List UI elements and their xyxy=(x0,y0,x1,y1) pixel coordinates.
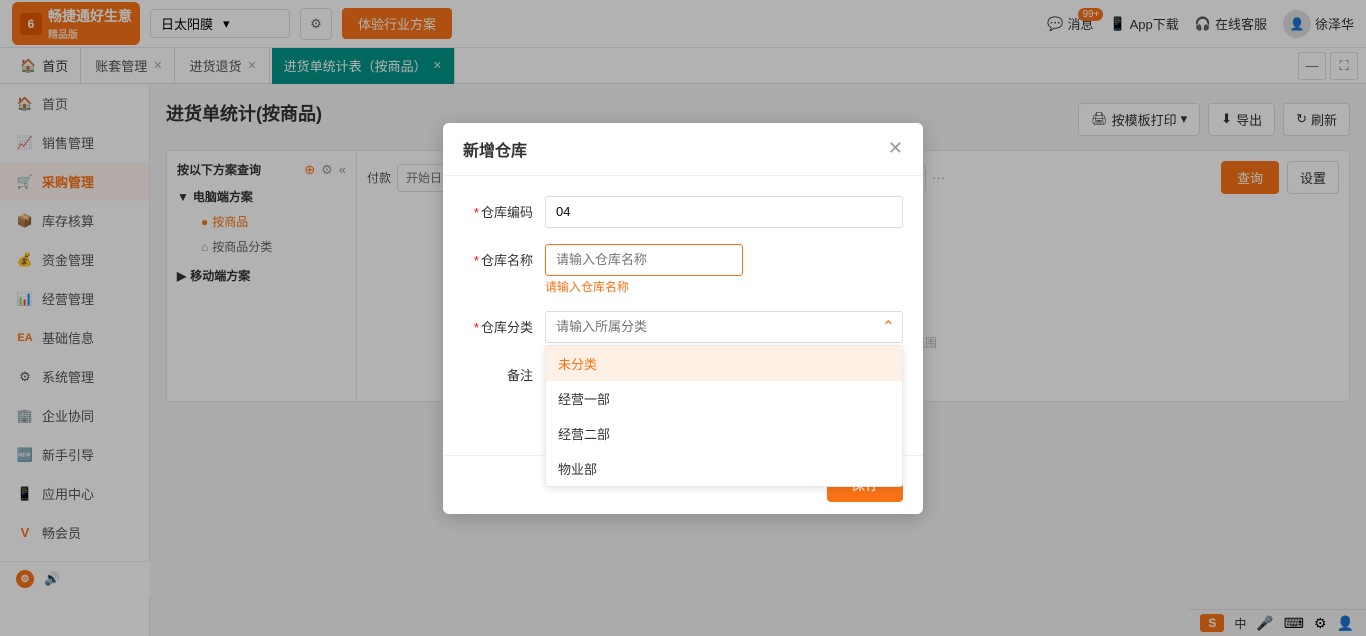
category-input[interactable] xyxy=(545,311,903,343)
add-warehouse-dialog: 新增仓库 ✕ 仓库编码 仓库名称 请输入仓库名称 仓库分类 xyxy=(443,123,923,514)
code-label: 仓库编码 xyxy=(463,196,533,221)
code-field-row: 仓库编码 xyxy=(463,196,903,228)
category-field-row: 仓库分类 ⌃ 未分类 经营一部 经营二部 物业部 xyxy=(463,311,903,343)
dropdown-item-3[interactable]: 物业部 xyxy=(546,451,902,486)
dialog-title: 新增仓库 xyxy=(463,137,527,161)
name-field-wrapper: 请输入仓库名称 xyxy=(545,244,903,295)
name-field-row: 仓库名称 请输入仓库名称 xyxy=(463,244,903,295)
name-label: 仓库名称 xyxy=(463,244,533,269)
name-error-msg: 请输入仓库名称 xyxy=(545,278,903,295)
dropdown-item-0[interactable]: 未分类 xyxy=(546,346,902,381)
dialog-body: 仓库编码 仓库名称 请输入仓库名称 仓库分类 ⌃ 未分类 xyxy=(443,176,923,455)
chevron-up-icon[interactable]: ⌃ xyxy=(882,317,895,337)
dropdown-item-1[interactable]: 经营一部 xyxy=(546,381,902,416)
category-label: 仓库分类 xyxy=(463,311,533,336)
code-input[interactable] xyxy=(545,196,903,228)
dropdown-item-2[interactable]: 经营二部 xyxy=(546,416,902,451)
dialog-close-button[interactable]: ✕ xyxy=(888,138,903,159)
dialog-header: 新增仓库 ✕ xyxy=(443,123,923,176)
name-input[interactable] xyxy=(545,244,743,276)
modal-overlay[interactable]: 新增仓库 ✕ 仓库编码 仓库名称 请输入仓库名称 仓库分类 xyxy=(0,0,1366,636)
note-label: 备注 xyxy=(463,359,533,384)
category-select-wrapper: ⌃ 未分类 经营一部 经营二部 物业部 xyxy=(545,311,903,343)
category-dropdown: 未分类 经营一部 经营二部 物业部 xyxy=(545,345,903,487)
